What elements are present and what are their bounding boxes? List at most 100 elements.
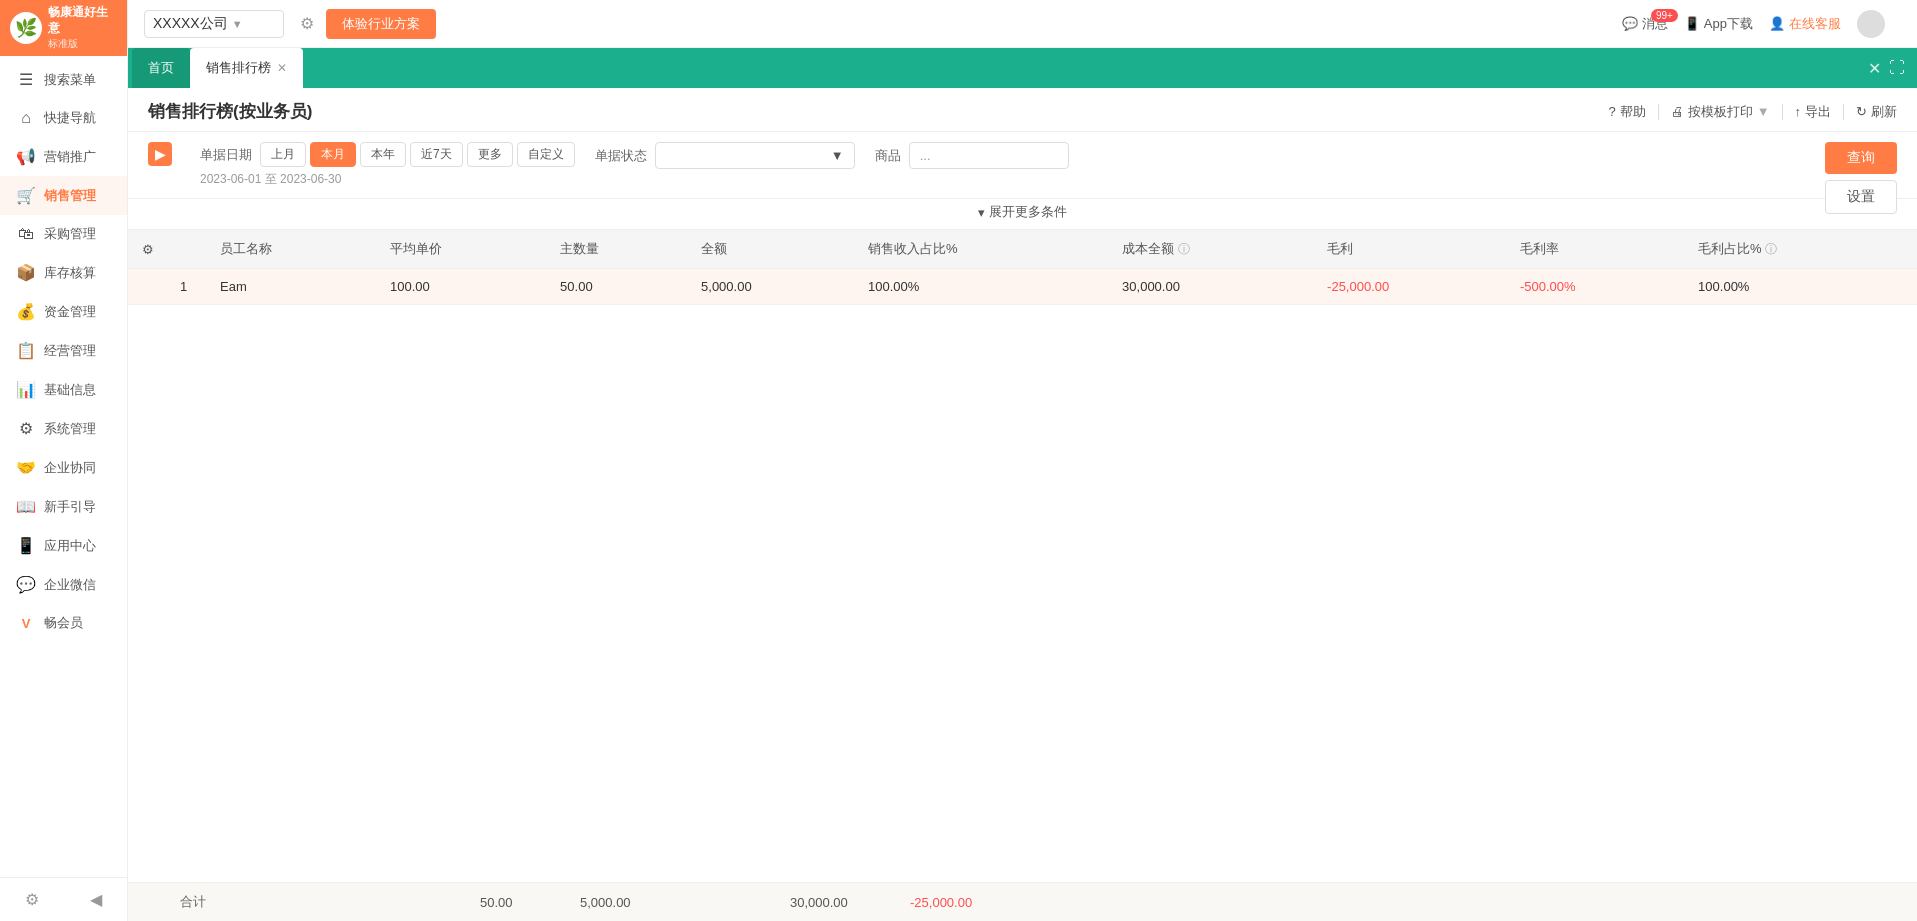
sidebar-item-inventory[interactable]: 📦 库存核算: [0, 253, 127, 292]
logo-text-block: 畅康通好生意 标准版: [48, 5, 117, 50]
date-btn-custom[interactable]: 自定义: [517, 142, 575, 167]
query-btn[interactable]: 查询: [1825, 142, 1897, 174]
sidebar-item-guide[interactable]: 📖 新手引导: [0, 487, 127, 526]
date-btn-more[interactable]: 更多: [467, 142, 513, 167]
home-icon: ⌂: [16, 109, 36, 127]
sidebar-item-member[interactable]: V 畅会员: [0, 604, 127, 642]
service-icon: 👤: [1769, 16, 1785, 31]
sidebar-settings-btn[interactable]: ⚙: [25, 890, 39, 909]
sidebar-collapse-btn[interactable]: ◀: [90, 890, 102, 909]
sidebar-item-label: 新手引导: [44, 498, 96, 516]
filter-collapse-btn[interactable]: ▶: [148, 142, 172, 166]
help-icon: ?: [1608, 104, 1615, 119]
table-wrapper: ⚙ 员工名称 平均单价 主数量 全额 销售收入占比% 成本全额 ⓘ 毛利 毛利率…: [128, 230, 1917, 305]
date-range: 2023-06-01 至 2023-06-30: [200, 171, 575, 188]
tab-close-icon[interactable]: ✕: [277, 61, 287, 75]
td-rank: 1: [168, 269, 208, 305]
app-download-btn[interactable]: 📱 App下载: [1684, 15, 1753, 33]
user-avatar[interactable]: [1857, 10, 1885, 38]
sidebar-item-label: 快捷导航: [44, 109, 96, 127]
main-area: XXXXX公司 ▼ ⚙ 体验行业方案 💬 消息 99+ 📱 App下载 👤 在线…: [128, 0, 1917, 921]
th-profit-pct: 毛利占比% ⓘ: [1686, 230, 1917, 269]
sidebar-item-label: 库存核算: [44, 264, 96, 282]
print-label: 按模板打印: [1688, 103, 1753, 121]
tab-close-all-icon[interactable]: ✕: [1868, 59, 1881, 78]
sales-icon: 🛒: [16, 186, 36, 205]
page-title-row: 销售排行榜(按业务员) ? 帮助 🖨 按模板打印 ▼ ↑: [148, 100, 1897, 131]
profit-pct-info-icon[interactable]: ⓘ: [1765, 242, 1777, 256]
logo-title: 畅康通好生意: [48, 5, 117, 36]
export-btn[interactable]: ↑ 导出: [1795, 103, 1832, 121]
tab-sales-rank[interactable]: 销售排行榜 ✕: [190, 48, 303, 88]
sidebar-item-purchase[interactable]: 🛍 采购管理: [0, 215, 127, 253]
th-cost: 成本全额 ⓘ: [1110, 230, 1315, 269]
footer-amount: 5,000.00: [580, 895, 680, 910]
sidebar-item-basic[interactable]: 📊 基础信息: [0, 370, 127, 409]
status-label: 单据状态: [595, 147, 647, 165]
date-buttons: 上月 本月 本年 近7天 更多 自定义: [260, 142, 575, 167]
operation-icon: 📋: [16, 341, 36, 360]
date-btn-this-year[interactable]: 本年: [360, 142, 406, 167]
goods-input[interactable]: ...: [909, 142, 1069, 169]
help-btn[interactable]: ? 帮助: [1608, 103, 1645, 121]
th-rank: [168, 230, 208, 269]
th-settings[interactable]: ⚙: [128, 230, 168, 269]
topbar-settings-icon[interactable]: ⚙: [300, 14, 314, 33]
refresh-btn[interactable]: ↻ 刷新: [1856, 103, 1897, 121]
sidebar-item-quicknav[interactable]: ⌂ 快捷导航: [0, 99, 127, 137]
sidebar-item-search[interactable]: ☰ 搜索菜单: [0, 60, 127, 99]
cost-info-icon[interactable]: ⓘ: [1178, 242, 1190, 256]
sidebar-item-finance[interactable]: 💰 资金管理: [0, 292, 127, 331]
tab-home[interactable]: 首页: [132, 48, 190, 88]
sidebar-item-label: 经营管理: [44, 342, 96, 360]
status-select[interactable]: ▼: [655, 142, 855, 169]
table-footer-wrapper: 合计 50.00 5,000.00 30,000.00 -25,000.00: [128, 882, 1917, 921]
tab-home-label: 首页: [148, 59, 174, 77]
table-section: ⚙ 员工名称 平均单价 主数量 全额 销售收入占比% 成本全额 ⓘ 毛利 毛利率…: [128, 230, 1917, 882]
goods-filter: 商品 ...: [875, 142, 1069, 169]
topbar-right: 💬 消息 99+ 📱 App下载 👤 在线客服: [1622, 10, 1901, 38]
sidebar-item-sales[interactable]: 🛒 销售管理: [0, 176, 127, 215]
tab-expand-icon[interactable]: ⛶: [1889, 59, 1905, 77]
expand-more-btn[interactable]: ▾ 展开更多条件: [978, 203, 1067, 221]
sidebar-item-label: 资金管理: [44, 303, 96, 321]
export-icon: ↑: [1795, 104, 1802, 119]
refresh-label: 刷新: [1871, 103, 1897, 121]
sidebar-item-weixin[interactable]: 💬 企业微信: [0, 565, 127, 604]
footer-label: 合计: [180, 893, 380, 911]
print-btn[interactable]: 🖨 按模板打印 ▼: [1671, 103, 1770, 121]
settings-btn[interactable]: 设置: [1825, 180, 1897, 214]
sidebar: 🌿 畅康通好生意 标准版 ☰ 搜索菜单 ⌂ 快捷导航 📢 营销推广 🛒 销售管理…: [0, 0, 128, 921]
message-icon: 💬: [1622, 16, 1638, 31]
member-icon: V: [16, 616, 36, 631]
message-badge: 99+: [1651, 9, 1678, 22]
print-dropdown-icon[interactable]: ▼: [1757, 104, 1770, 119]
sidebar-item-marketing[interactable]: 📢 营销推广: [0, 137, 127, 176]
date-filter: 单据日期 上月 本月 本年 近7天 更多 自定义: [200, 142, 575, 167]
sidebar-item-label: 营销推广: [44, 148, 96, 166]
search-menu-icon: ☰: [16, 70, 36, 89]
help-label: 帮助: [1620, 103, 1646, 121]
page-actions: ? 帮助 🖨 按模板打印 ▼ ↑ 导出: [1608, 103, 1897, 121]
sidebar-item-operation[interactable]: 📋 经营管理: [0, 331, 127, 370]
sidebar-logo: 🌿 畅康通好生意 标准版: [0, 0, 127, 56]
goods-placeholder: ...: [920, 148, 931, 163]
weixin-icon: 💬: [16, 575, 36, 594]
expand-label: 展开更多条件: [989, 203, 1067, 221]
page-header: 销售排行榜(按业务员) ? 帮助 🖨 按模板打印 ▼ ↑: [128, 88, 1917, 132]
sidebar-item-apps[interactable]: 📱 应用中心: [0, 526, 127, 565]
date-btn-last-month[interactable]: 上月: [260, 142, 306, 167]
date-btn-7days[interactable]: 近7天: [410, 142, 463, 167]
company-selector[interactable]: XXXXX公司 ▼: [144, 10, 284, 38]
online-service-btn[interactable]: 👤 在线客服: [1769, 15, 1841, 33]
tabbar: 首页 销售排行榜 ✕ ✕ ⛶: [128, 48, 1917, 88]
sidebar-item-system[interactable]: ⚙ 系统管理: [0, 409, 127, 448]
sidebar-item-enterprise[interactable]: 🤝 企业协同: [0, 448, 127, 487]
date-btn-this-month[interactable]: 本月: [310, 142, 356, 167]
message-btn[interactable]: 💬 消息 99+: [1622, 15, 1668, 33]
td-settings-col: [128, 269, 168, 305]
table-body: 1Eam100.0050.005,000.00100.00%30,000.00-…: [128, 269, 1917, 305]
td-name: Eam: [208, 269, 378, 305]
table-row: 1Eam100.0050.005,000.00100.00%30,000.00-…: [128, 269, 1917, 305]
trial-btn[interactable]: 体验行业方案: [326, 9, 436, 39]
